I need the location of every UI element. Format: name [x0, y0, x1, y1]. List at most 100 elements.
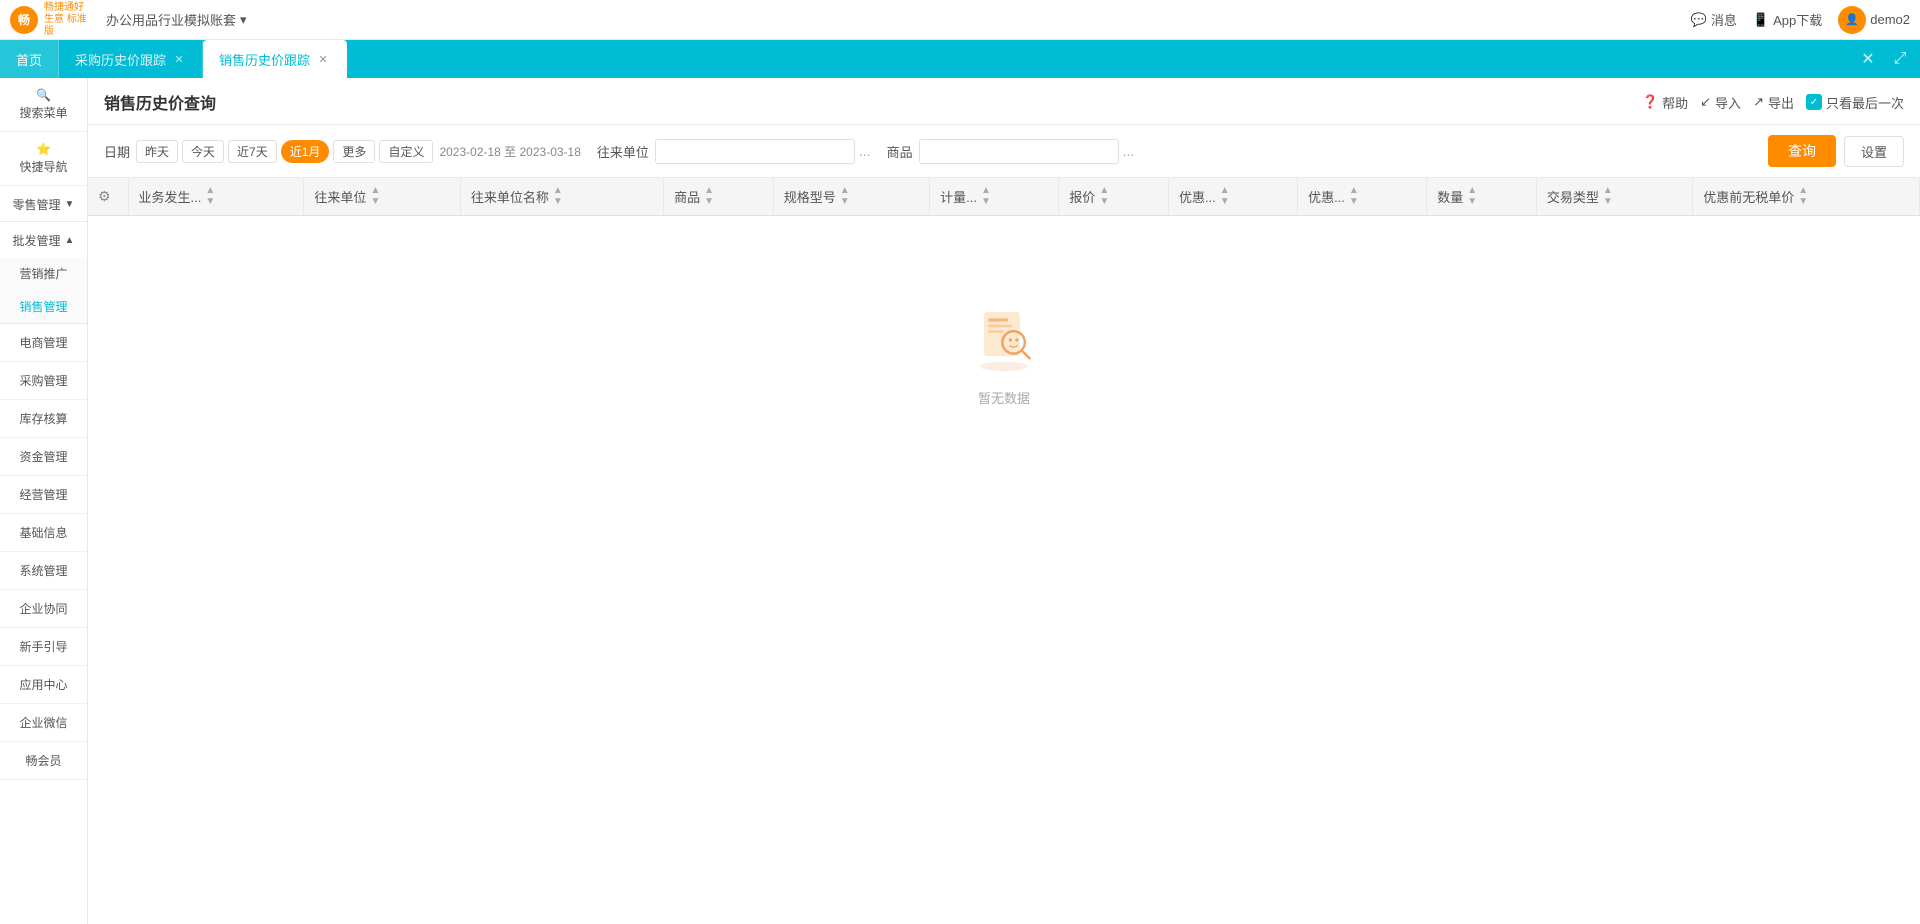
date-range-text: 2023-02-18 至 2023-03-18 [439, 143, 580, 160]
main-layout: 🔍 搜索菜单 ⭐ 快捷导航 零售管理 ▼ 批发管理 ▲ 营销推广 销售管理 [0, 78, 1920, 924]
tab-purchase-history-close[interactable]: ✕ [172, 52, 186, 66]
sidebar-item-inventory[interactable]: 库存核算 [0, 400, 87, 438]
sidebar-item-ops-mgmt[interactable]: 经营管理 [0, 476, 87, 514]
sidebar-item-system-mgmt[interactable]: 系统管理 [0, 552, 87, 590]
th-pre-tax-price[interactable]: 优惠前无税单价 ▲▼ [1693, 178, 1920, 216]
filter-action-area: 查询 设置 [1768, 135, 1904, 167]
sidebar-item-enterprise-wechat[interactable]: 企业微信 [0, 704, 87, 742]
date-today-btn[interactable]: 今天 [182, 140, 224, 163]
date-buttons: 昨天 今天 近7天 近1月 更多 自定义 [136, 140, 433, 163]
date-custom-btn[interactable]: 自定义 [379, 140, 433, 163]
sort-icon-quantity: ▲▼ [1467, 186, 1477, 207]
table-container: ⚙ 业务发生... ▲▼ 往来单位 ▲▼ [88, 178, 1920, 924]
avatar: 👤 [1838, 6, 1866, 34]
message-button[interactable]: 💬 消息 [1691, 10, 1737, 29]
star-icon: ⭐ [36, 142, 51, 156]
sidebar-group-wholesale: 批发管理 ▲ 营销推广 销售管理 [0, 222, 87, 324]
logo-text: 畅捷通好生意 标准版 [44, 2, 90, 38]
date-last1month-btn[interactable]: 近1月 [281, 140, 330, 163]
page-header: 销售历史价查询 ❓ 帮助 ↙ 导入 ↗ 导出 ✓ 只看最后一次 [88, 78, 1920, 125]
th-partner-name[interactable]: 往来单位名称 ▲▼ [460, 178, 663, 216]
tab-sales-history-label: 销售历史价跟踪 [219, 50, 310, 69]
date-more-btn[interactable]: 更多 [333, 140, 375, 163]
sidebar-item-search-menu[interactable]: 🔍 搜索菜单 [0, 78, 87, 132]
date-label: 日期 [104, 142, 130, 161]
page-title: 销售历史价查询 [104, 90, 216, 114]
help-button[interactable]: ❓ 帮助 [1642, 93, 1688, 112]
partner-input[interactable] [655, 139, 855, 164]
chevron-up-icon: ▲ [65, 235, 75, 246]
avatar-icon: 👤 [1845, 13, 1859, 26]
th-discount2[interactable]: 优惠... ▲▼ [1298, 178, 1427, 216]
sidebar-item-purchase-mgmt[interactable]: 采购管理 [0, 362, 87, 400]
tab-purchase-history[interactable]: 采购历史价跟踪 ✕ [59, 40, 203, 78]
app-download-button[interactable]: 📱 App下载 [1753, 10, 1822, 29]
empty-illustration [964, 296, 1044, 376]
sidebar-item-enterprise-collab[interactable]: 企业协同 [0, 590, 87, 628]
date-yesterday-btn[interactable]: 昨天 [136, 140, 178, 163]
app-selector[interactable]: 办公用品行业模拟账套 ▾ [98, 6, 255, 33]
data-table: ⚙ 业务发生... ▲▼ 往来单位 ▲▼ [88, 178, 1920, 216]
sort-icon-price: ▲▼ [1099, 186, 1109, 207]
sidebar-item-marketing-promo[interactable]: 营销推广 [0, 257, 87, 290]
table-header-row: ⚙ 业务发生... ▲▼ 往来单位 ▲▼ [88, 178, 1920, 216]
sort-icon-pre-tax-price: ▲▼ [1798, 186, 1808, 207]
th-biz-date[interactable]: 业务发生... ▲▼ [128, 178, 304, 216]
header-right: 💬 消息 📱 App下载 👤 demo2 [1691, 6, 1910, 34]
import-button[interactable]: ↙ 导入 [1700, 93, 1741, 112]
sidebar-group-retail: 零售管理 ▼ [0, 186, 87, 222]
sort-icon-partner-name: ▲▼ [553, 186, 563, 207]
sidebar-item-new-guide[interactable]: 新手引导 [0, 628, 87, 666]
product-filter-group: 商品 ... [887, 139, 1135, 164]
th-quantity[interactable]: 数量 ▲▼ [1427, 178, 1537, 216]
tab-home[interactable]: 首页 [0, 40, 59, 78]
top-header: 畅 畅捷通好生意 标准版 办公用品行业模拟账套 ▾ 💬 消息 📱 App下载 👤… [0, 0, 1920, 40]
sidebar-item-finance-mgmt[interactable]: 资金管理 [0, 438, 87, 476]
maximize-button[interactable]: ⤢ [1888, 47, 1912, 71]
tab-bar: 首页 采购历史价跟踪 ✕ 销售历史价跟踪 ✕ ✕ ⤢ [0, 40, 1920, 78]
export-button[interactable]: ↗ 导出 [1753, 93, 1794, 112]
date-last7days-btn[interactable]: 近7天 [228, 140, 277, 163]
tab-sales-history-close[interactable]: ✕ [316, 52, 330, 66]
tab-sales-history[interactable]: 销售历史价跟踪 ✕ [203, 40, 347, 78]
filter-area: 日期 昨天 今天 近7天 近1月 更多 自定义 2023-02-18 至 202… [88, 125, 1920, 178]
tab-purchase-history-label: 采购历史价跟踪 [75, 50, 166, 69]
th-spec[interactable]: 规格型号 ▲▼ [773, 178, 929, 216]
sidebar-item-ecommerce-mgmt[interactable]: 电商管理 [0, 324, 87, 362]
th-trade-type[interactable]: 交易类型 ▲▼ [1536, 178, 1692, 216]
user-profile-button[interactable]: 👤 demo2 [1838, 6, 1910, 34]
sidebar-item-quick-nav[interactable]: ⭐ 快捷导航 [0, 132, 87, 186]
sort-icon-product: ▲▼ [704, 186, 714, 207]
close-all-tabs-button[interactable]: ✕ [1856, 47, 1880, 71]
last-only-checkbox[interactable]: ✓ [1806, 94, 1822, 110]
th-unit[interactable]: 计量... ▲▼ [930, 178, 1059, 216]
product-input[interactable] [919, 139, 1119, 164]
logo-icon: 畅 [10, 6, 38, 34]
sidebar-item-sales-mgmt[interactable]: 销售管理 [0, 290, 87, 323]
th-partner-code[interactable]: 往来单位 ▲▼ [304, 178, 460, 216]
app-download-icon: 📱 [1753, 12, 1769, 28]
sidebar-item-member[interactable]: 畅会员 [0, 742, 87, 780]
tab-home-label: 首页 [16, 50, 42, 69]
th-product[interactable]: 商品 ▲▼ [664, 178, 774, 216]
sidebar-item-basic-info[interactable]: 基础信息 [0, 514, 87, 552]
last-only-label: 只看最后一次 [1826, 93, 1904, 112]
gear-icon[interactable]: ⚙ [98, 188, 111, 204]
th-price[interactable]: 报价 ▲▼ [1059, 178, 1169, 216]
partner-input-area: ... [655, 139, 871, 164]
chevron-down-icon: ▼ [65, 199, 75, 210]
sort-icon-discount1: ▲▼ [1220, 186, 1230, 207]
help-icon: ❓ [1642, 94, 1658, 110]
sidebar-item-wholesale-mgmt[interactable]: 批发管理 ▲ [0, 222, 87, 257]
query-button[interactable]: 查询 [1768, 135, 1836, 167]
sort-icon-unit: ▲▼ [981, 186, 991, 207]
message-icon: 💬 [1691, 12, 1707, 28]
partner-dots[interactable]: ... [859, 143, 871, 159]
product-input-area: ... [919, 139, 1135, 164]
sidebar-item-app-center[interactable]: 应用中心 [0, 666, 87, 704]
settings-button[interactable]: 设置 [1844, 136, 1904, 167]
sidebar-item-retail-mgmt[interactable]: 零售管理 ▼ [0, 186, 87, 221]
th-discount1[interactable]: 优惠... ▲▼ [1168, 178, 1297, 216]
chevron-down-icon: ▾ [240, 12, 247, 28]
product-dots[interactable]: ... [1123, 143, 1135, 159]
